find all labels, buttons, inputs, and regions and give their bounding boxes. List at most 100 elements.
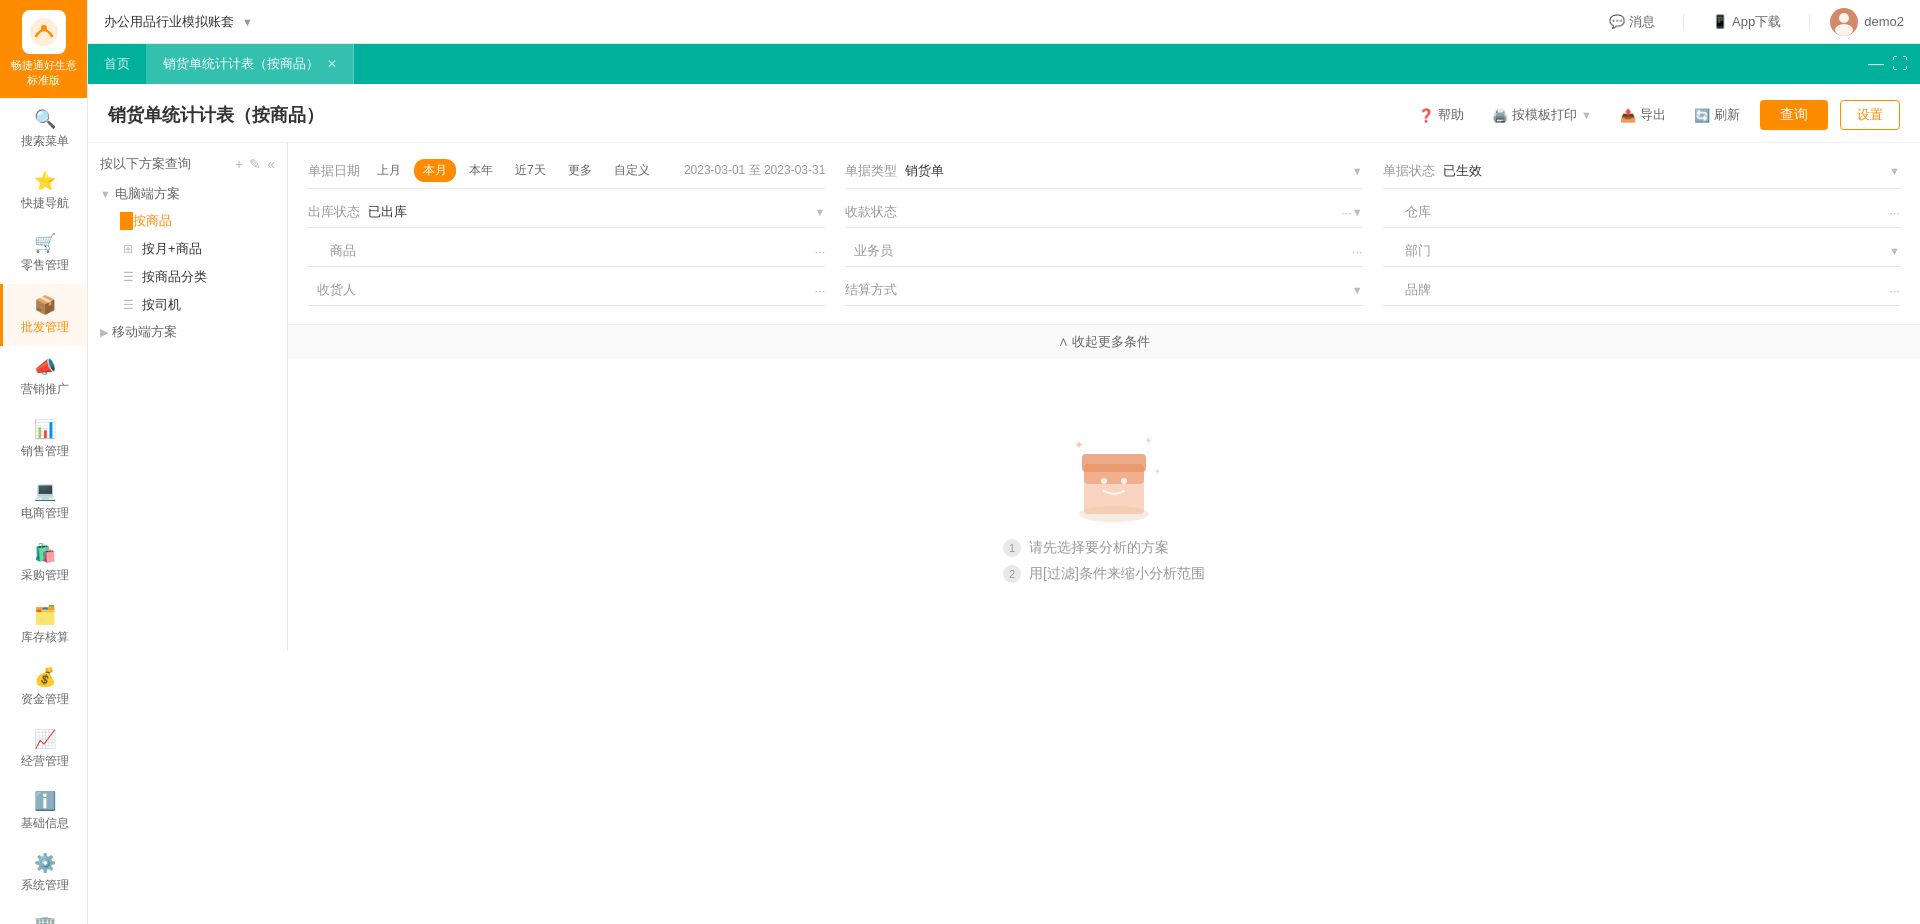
filter-type: 单据类型 销货单 ▼ (845, 159, 1362, 189)
brand-more-icon[interactable]: ··· (1889, 283, 1900, 298)
product-more-icon[interactable]: ··· (814, 244, 825, 259)
edit-scheme-icon[interactable]: ✎ (249, 156, 261, 172)
app-download-button[interactable]: 📱 App下载 (1704, 9, 1789, 35)
date-tab-last-7days[interactable]: 近7天 (506, 159, 555, 182)
filter-brand: 品牌 ··· (1383, 281, 1900, 306)
help-button[interactable]: ❓ 帮助 (1410, 102, 1472, 128)
tree-item-by-month-product[interactable]: ⊞ 按月+商品 (112, 235, 287, 263)
sidebar-item-ecom[interactable]: 💻 电商管理 (0, 470, 87, 532)
type-value-area[interactable]: 销货单 ▼ (905, 162, 1362, 180)
quick-nav-icon: ⭐ (34, 170, 56, 192)
logo-subtitle: 标准版 (27, 73, 60, 88)
sidebar-item-wholesale[interactable]: 📦 批发管理 (0, 284, 87, 346)
refresh-button[interactable]: 🔄 刷新 (1686, 102, 1748, 128)
date-tab-last-month[interactable]: 上月 (368, 159, 410, 182)
app-logo[interactable]: 畅捷通好生意 标准版 (0, 0, 87, 98)
tree-group-desktop[interactable]: ▼ 电脑端方案 (88, 181, 287, 207)
tree-group-mobile[interactable]: ▶ 移动端方案 (88, 319, 287, 345)
pay-status-label: 收款状态 (845, 203, 905, 221)
query-button[interactable]: 查询 (1760, 100, 1828, 130)
tree-item-by-product[interactable]: 按 按商品 (112, 207, 287, 235)
out-status-value-area[interactable]: 已出库 ▼ (368, 203, 825, 221)
tab-minimize-icon[interactable]: — (1868, 55, 1884, 73)
sidebar-item-system-label: 系统管理 (21, 877, 69, 894)
sidebar-item-basics[interactable]: ℹ️ 基础信息 (0, 780, 87, 842)
filter-out-status: 出库状态 已出库 ▼ (308, 203, 825, 228)
status-dropdown-icon: ▼ (1889, 165, 1900, 177)
svg-point-3 (1835, 24, 1853, 36)
tab-home-label: 首页 (104, 55, 130, 73)
sidebar-item-operations[interactable]: 📈 经营管理 (0, 718, 87, 780)
collapse-bar[interactable]: ∧ 收起更多条件 (288, 324, 1920, 359)
enterprise-icon: 🏢 (34, 914, 56, 924)
tree-item-by-category-label: 按商品分类 (142, 268, 207, 286)
left-panel-icons: + ✎ « (235, 156, 275, 172)
wholesale-icon: 📦 (34, 294, 56, 316)
pay-status-value-area[interactable]: ··· ▼ (905, 205, 1362, 220)
date-tab-this-month[interactable]: 本月 (414, 159, 456, 182)
receiver-more-icon[interactable]: ··· (814, 283, 825, 298)
tree-item-by-cashier[interactable]: ☰ 按司机 (112, 291, 287, 319)
product-value-area[interactable]: ··· (364, 244, 825, 259)
tab-home[interactable]: 首页 (88, 44, 147, 84)
tab-maximize-icon[interactable]: ⛶ (1892, 55, 1908, 73)
date-tab-this-year[interactable]: 本年 (460, 159, 502, 182)
workspace-dropdown-icon[interactable]: ▼ (242, 16, 253, 28)
date-tab-custom[interactable]: 自定义 (605, 159, 659, 182)
sidebar-item-system[interactable]: ⚙️ 系统管理 (0, 842, 87, 904)
ecom-icon: 💻 (34, 480, 56, 502)
date-tab-more[interactable]: 更多 (559, 159, 601, 182)
user-area[interactable]: demo2 (1830, 8, 1904, 36)
empty-hints: 1 请先选择要分析的方案 2 用[过滤]条件来缩小分析范围 (1003, 539, 1205, 591)
warehouse-more-icon[interactable]: ··· (1889, 205, 1900, 220)
tree-group-desktop-label: 电脑端方案 (115, 185, 180, 203)
pay-status-more-icon[interactable]: ··· (1341, 205, 1352, 220)
sidebar-item-quick-nav[interactable]: ⭐ 快捷导航 (0, 160, 87, 222)
sidebar-item-sales-mgmt[interactable]: 📊 销售管理 (0, 408, 87, 470)
sidebar-item-basics-label: 基础信息 (21, 815, 69, 832)
brand-value-area[interactable]: ··· (1439, 283, 1900, 298)
print-button[interactable]: 🖨️ 按模板打印 ▼ (1484, 102, 1600, 128)
add-scheme-icon[interactable]: + (235, 156, 243, 172)
sidebar-item-enterprise[interactable]: 🏢 企业协同 (0, 904, 87, 924)
date-label: 单据日期 (308, 162, 368, 180)
product-label: 商品 (308, 242, 364, 260)
page-title: 销货单统计计表（按商品） (108, 103, 324, 127)
svg-text:✦: ✦ (1154, 467, 1161, 476)
sidebar-item-inventory[interactable]: 🗂️ 库存核算 (0, 594, 87, 656)
sidebar-item-marketing[interactable]: 📣 营销推广 (0, 346, 87, 408)
sidebar-item-purchase[interactable]: 🛍️ 采购管理 (0, 532, 87, 594)
salesperson-more-icon[interactable]: ··· (1352, 244, 1363, 259)
empty-hint-1: 1 请先选择要分析的方案 (1003, 539, 1205, 557)
app-download-icon: 📱 (1712, 14, 1728, 29)
sidebar-item-finance-label: 资金管理 (21, 691, 69, 708)
empty-state: ✦ ✦ ✦ 1 请先选择要分析的方案 2 (288, 359, 1920, 651)
topbar-right: 💬 消息 📱 App下载 demo2 (1601, 8, 1904, 36)
status-value-area[interactable]: 已生效 ▼ (1443, 162, 1900, 180)
salesperson-value-area[interactable]: ··· (901, 244, 1362, 259)
settings-button[interactable]: 设置 (1840, 100, 1900, 130)
warehouse-value-area[interactable]: ··· (1439, 205, 1900, 220)
receiver-value-area[interactable]: ··· (364, 283, 825, 298)
tabbar: 首页 销货单统计计表（按商品） ✕ — ⛶ (88, 44, 1920, 84)
message-button[interactable]: 💬 消息 (1601, 9, 1663, 35)
collapse-panel-icon[interactable]: « (267, 156, 275, 172)
workspace-title: 办公用品行业模拟账套 (104, 13, 234, 31)
tree-item-by-category[interactable]: ☰ 按商品分类 (112, 263, 287, 291)
tab-sales-report[interactable]: 销货单统计计表（按商品） ✕ (147, 44, 354, 84)
payment-value-area[interactable]: ▼ (905, 284, 1362, 296)
tab-close-icon[interactable]: ✕ (327, 57, 337, 71)
sidebar-item-retail[interactable]: 🛒 零售管理 (0, 222, 87, 284)
dept-value-area[interactable]: ▼ (1439, 245, 1900, 257)
svg-point-1 (41, 25, 47, 31)
date-range-text: 2023-03-01 至 2023-03-31 (684, 162, 825, 179)
print-icon: 🖨️ (1492, 108, 1508, 123)
sidebar-item-sales-mgmt-label: 销售管理 (21, 443, 69, 460)
sidebar-item-search[interactable]: 🔍 搜索菜单 (0, 98, 87, 160)
sidebar-item-retail-label: 零售管理 (21, 257, 69, 274)
sidebar-item-marketing-label: 营销推广 (21, 381, 69, 398)
svg-point-8 (1101, 478, 1107, 484)
filter-date: 单据日期 上月 本月 本年 近7天 更多 自定义 (308, 159, 825, 189)
sidebar-item-finance[interactable]: 💰 资金管理 (0, 656, 87, 718)
export-button[interactable]: 📤 导出 (1612, 102, 1674, 128)
